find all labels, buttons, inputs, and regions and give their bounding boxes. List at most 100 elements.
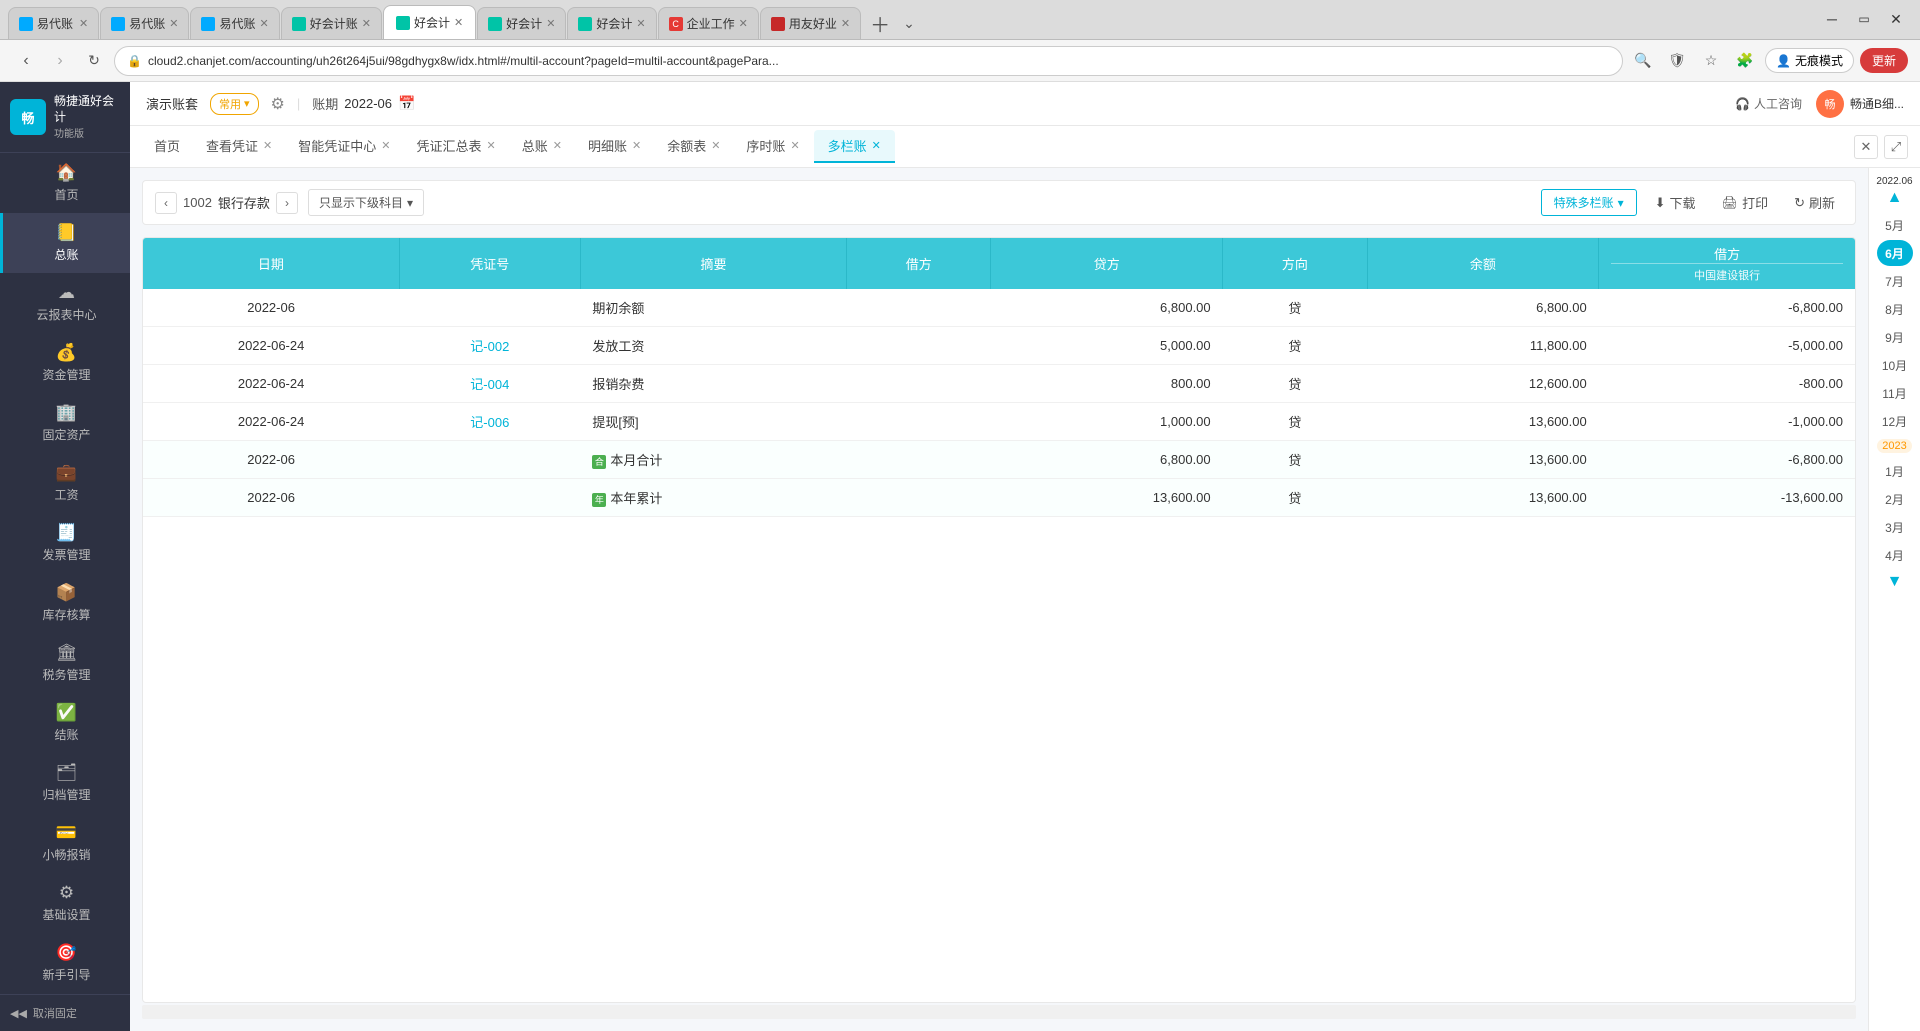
extension-icon[interactable]: 🧩 bbox=[1731, 47, 1759, 75]
timeline-month-aug[interactable]: 8月 bbox=[1877, 296, 1913, 322]
sidebar-item-guide[interactable]: 🎯 新手引导 bbox=[0, 933, 130, 993]
timeline-year-2023[interactable]: 2023 bbox=[1877, 439, 1911, 453]
timeline-month-nov[interactable]: 11月 bbox=[1876, 380, 1914, 406]
browser-tab-8[interactable]: C 企业工作 ✕ bbox=[658, 7, 759, 39]
tab-close-dl[interactable]: ✕ bbox=[632, 139, 641, 152]
timeline-down-button[interactable]: ▼ bbox=[1887, 573, 1903, 591]
timeline-up-button[interactable]: ▲ bbox=[1887, 189, 1903, 207]
sidebar-item-home[interactable]: 🏠 首页 bbox=[0, 153, 130, 213]
tab-close-3[interactable]: ✕ bbox=[259, 17, 268, 30]
timeline-month-dec[interactable]: 12月 bbox=[1876, 408, 1914, 434]
timeline-month-jul[interactable]: 7月 bbox=[1877, 268, 1913, 294]
timeline-month-mar[interactable]: 3月 bbox=[1877, 514, 1913, 540]
timeline-month-may[interactable]: 5月 bbox=[1877, 212, 1913, 238]
sidebar-item-ledger[interactable]: 📒 总账 bbox=[0, 213, 130, 273]
back-button[interactable]: ‹ bbox=[12, 47, 40, 75]
shield-icon[interactable]: 🛡 bbox=[1663, 47, 1691, 75]
tab-close-multi[interactable]: ✕ bbox=[872, 139, 881, 152]
update-button[interactable]: 更新 bbox=[1860, 48, 1908, 73]
tab-detail-ledger[interactable]: 明细账 ✕ bbox=[576, 130, 653, 163]
sidebar-footer[interactable]: ◀◀ 取消固定 bbox=[0, 994, 130, 1031]
tab-close-2[interactable]: ✕ bbox=[169, 17, 178, 30]
tab-close-smart[interactable]: ✕ bbox=[381, 139, 390, 152]
consult-button[interactable]: 🎧 人工咨询 bbox=[1735, 95, 1802, 112]
browser-tab-7[interactable]: 好会计 ✕ bbox=[567, 7, 656, 39]
sidebar-item-inventory[interactable]: 📦 库存核算 bbox=[0, 573, 130, 633]
close-window-button[interactable]: ✕ bbox=[1880, 3, 1912, 35]
tab-sequence[interactable]: 序时账 ✕ bbox=[734, 130, 811, 163]
account-next-button[interactable]: › bbox=[276, 192, 298, 214]
tab-close-balance[interactable]: ✕ bbox=[711, 139, 720, 152]
browser-tab-5[interactable]: 好会计 ✕ bbox=[383, 5, 476, 39]
url-bar[interactable]: 🔒 cloud2.chanjet.com/accounting/uh26t264… bbox=[114, 46, 1623, 76]
tab-voucher-summary[interactable]: 凭证汇总表 ✕ bbox=[404, 130, 507, 163]
tab-close-voucher[interactable]: ✕ bbox=[263, 139, 272, 152]
gear-settings-icon[interactable]: ⚙ bbox=[271, 94, 285, 114]
print-button[interactable]: 🖨 打印 bbox=[1714, 189, 1777, 216]
tab-close-9[interactable]: ✕ bbox=[841, 17, 850, 30]
sidebar-item-settings[interactable]: ⚙ 基础设置 bbox=[0, 873, 130, 933]
tab-close-5[interactable]: ✕ bbox=[454, 16, 463, 29]
timeline-month-apr[interactable]: 4月 bbox=[1877, 542, 1913, 568]
maximize-button[interactable]: ▭ bbox=[1848, 3, 1880, 35]
sidebar-item-salary[interactable]: 💼 工资 bbox=[0, 453, 130, 513]
period-display: 账期 2022-06 📅 bbox=[312, 94, 415, 113]
sidebar-item-close[interactable]: ✅ 结账 bbox=[0, 693, 130, 753]
sidebar-item-funds[interactable]: 💰 资金管理 bbox=[0, 333, 130, 393]
search-icon[interactable]: 🔍 bbox=[1629, 47, 1657, 75]
panel-expand-button[interactable]: ⤢ bbox=[1884, 135, 1908, 159]
multi-col-button[interactable]: 特殊多栏账 ▾ bbox=[1541, 189, 1637, 216]
tab-multi-col[interactable]: 多栏账 ✕ bbox=[814, 130, 895, 163]
tab-close-gl[interactable]: ✕ bbox=[553, 139, 562, 152]
tab-menu-button[interactable]: ⌄ bbox=[899, 7, 919, 39]
horizontal-scrollbar[interactable] bbox=[142, 1005, 1856, 1019]
sidebar-item-cloud[interactable]: ☁ 云报表中心 bbox=[0, 273, 130, 333]
timeline-month-jun[interactable]: 6月 bbox=[1877, 240, 1913, 266]
browser-tab-1[interactable]: 易代账 ✕ bbox=[8, 7, 99, 39]
demo-tag[interactable]: 常用 ▾ bbox=[210, 93, 259, 115]
sidebar-item-archive[interactable]: 🗂 归档管理 bbox=[0, 753, 130, 813]
cell-voucher[interactable]: 记-006 bbox=[399, 403, 580, 441]
timeline-month-oct[interactable]: 10月 bbox=[1876, 352, 1914, 378]
forward-button[interactable]: › bbox=[46, 47, 74, 75]
tab-close-6[interactable]: ✕ bbox=[546, 17, 555, 30]
panel-collapse-button[interactable]: ✕ bbox=[1854, 135, 1878, 159]
download-button[interactable]: ⬇ 下载 bbox=[1647, 189, 1704, 216]
account-prev-button[interactable]: ‹ bbox=[155, 192, 177, 214]
tab-close-8[interactable]: ✕ bbox=[739, 17, 748, 30]
tab-close-summary[interactable]: ✕ bbox=[487, 139, 496, 152]
tab-close-4[interactable]: ✕ bbox=[362, 17, 371, 30]
browser-tab-4[interactable]: 好会计账 ✕ bbox=[281, 7, 382, 39]
tab-close-7[interactable]: ✕ bbox=[636, 17, 645, 30]
tab-close-sequence[interactable]: ✕ bbox=[790, 139, 799, 152]
minimize-button[interactable]: ─ bbox=[1816, 3, 1848, 35]
browser-tab-9[interactable]: 用友好业 ✕ bbox=[760, 7, 861, 39]
tab-smart-voucher[interactable]: 智能凭证中心 ✕ bbox=[286, 130, 402, 163]
cell-voucher bbox=[399, 479, 580, 517]
profile-button[interactable]: 👤 无痕模式 bbox=[1765, 48, 1854, 73]
timeline-month-feb[interactable]: 2月 bbox=[1877, 486, 1913, 512]
cell-voucher[interactable]: 记-004 bbox=[399, 365, 580, 403]
refresh-nav-button[interactable]: ↻ bbox=[80, 47, 108, 75]
browser-tab-2[interactable]: 易代账 ✕ bbox=[100, 7, 189, 39]
tab-general-ledger[interactable]: 总账 ✕ bbox=[510, 130, 574, 163]
star-icon[interactable]: ☆ bbox=[1697, 47, 1725, 75]
timeline-month-sep[interactable]: 9月 bbox=[1877, 324, 1913, 350]
sidebar-item-assets[interactable]: 🏢 固定资产 bbox=[0, 393, 130, 453]
tab-add-button[interactable]: ＋ bbox=[862, 7, 898, 39]
sidebar-item-invoice[interactable]: 🧾 发票管理 bbox=[0, 513, 130, 573]
tab-balance[interactable]: 余额表 ✕ bbox=[655, 130, 732, 163]
tab-voucher[interactable]: 查看凭证 ✕ bbox=[194, 130, 284, 163]
cell-date: 2022-06-24 bbox=[143, 327, 399, 365]
browser-tab-6[interactable]: 好会计 ✕ bbox=[477, 7, 566, 39]
refresh-button[interactable]: ↻ 刷新 bbox=[1786, 189, 1843, 216]
calendar-icon[interactable]: 📅 bbox=[398, 95, 415, 112]
cell-voucher[interactable]: 记-002 bbox=[399, 327, 580, 365]
sidebar-item-expense[interactable]: 💳 小畅报销 bbox=[0, 813, 130, 873]
timeline-month-jan[interactable]: 1月 bbox=[1877, 458, 1913, 484]
tab-close-1[interactable]: ✕ bbox=[79, 17, 88, 30]
sidebar-item-tax[interactable]: 🏛 税务管理 bbox=[0, 633, 130, 693]
browser-tab-3[interactable]: 易代账 ✕ bbox=[190, 7, 279, 39]
filter-button[interactable]: 只显示下级科目 ▾ bbox=[308, 189, 424, 216]
tab-home[interactable]: 首页 bbox=[142, 130, 192, 163]
